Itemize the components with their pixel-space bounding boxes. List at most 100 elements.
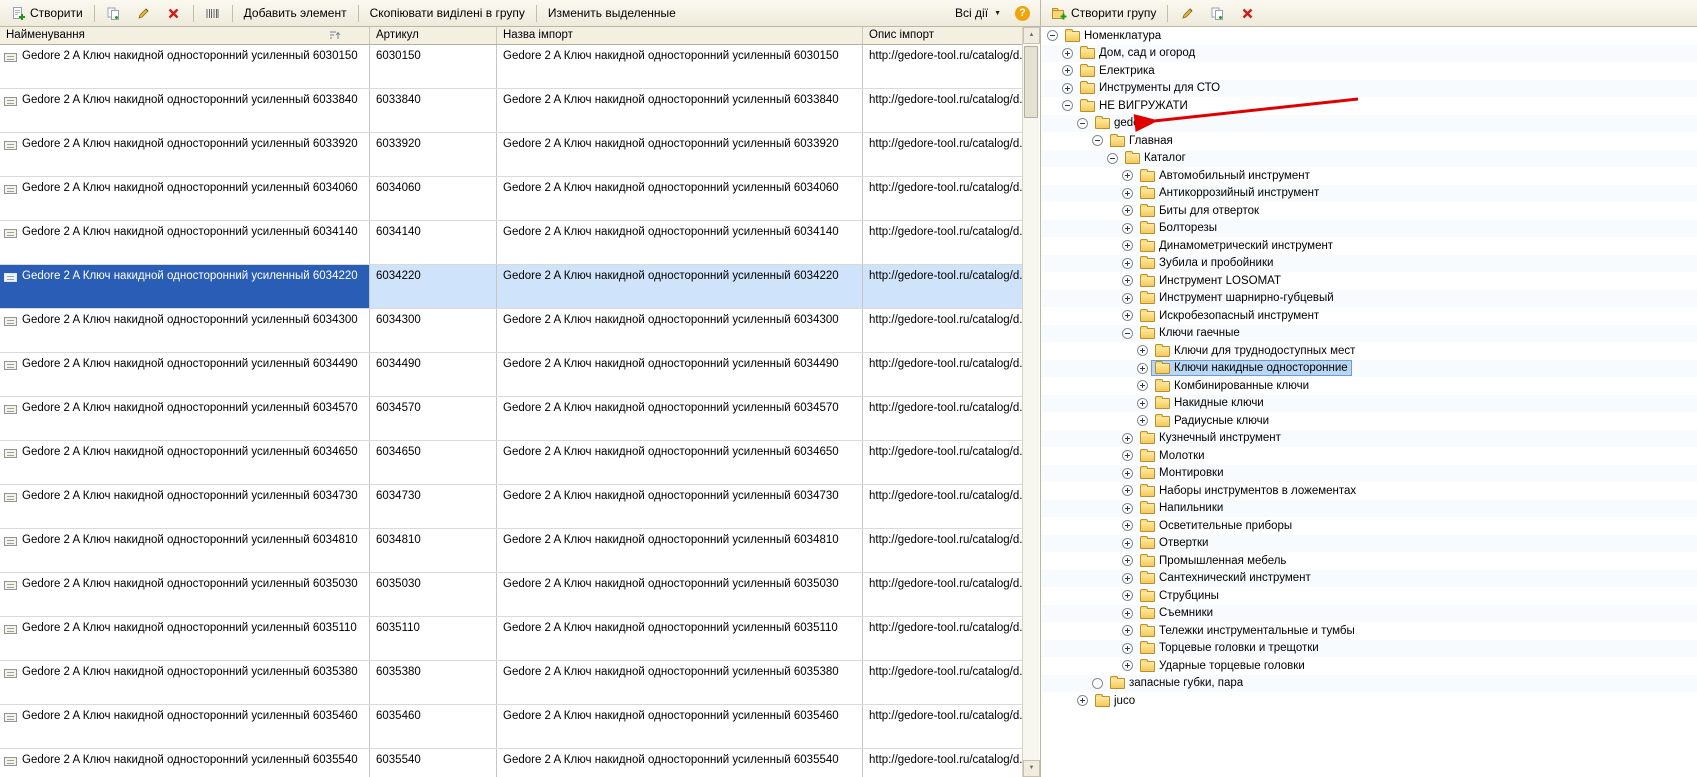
- cell-import-name[interactable]: Gedore 2 A Ключ накидной односторонний у…: [497, 617, 863, 660]
- cell-import-desc[interactable]: http://gedore-tool.ru/catalog/d...: [863, 265, 1022, 308]
- tree-item[interactable]: запасные губки, пара: [1041, 674, 1697, 692]
- cell-import-desc[interactable]: http://gedore-tool.ru/catalog/d...: [863, 573, 1022, 616]
- cell-article[interactable]: 6034650: [370, 441, 497, 484]
- tree-node[interactable]: Инструменты для СТО: [1077, 81, 1223, 95]
- tree-item[interactable]: Тележки инструментальные и тумбы: [1041, 622, 1697, 640]
- tree-item[interactable]: Инструмент LOSOMAT: [1041, 272, 1697, 290]
- tree-node[interactable]: Антикоррозийный инструмент: [1137, 186, 1322, 200]
- tree-expander-icon[interactable]: [1077, 695, 1088, 707]
- tree-item[interactable]: Инструменты для СТО: [1041, 79, 1697, 97]
- tree-item[interactable]: Съемники: [1041, 604, 1697, 622]
- cell-import-name[interactable]: Gedore 2 A Ключ накидной односторонний у…: [497, 353, 863, 396]
- edit-selected-button[interactable]: Изменить выделенные: [542, 3, 682, 23]
- table-row[interactable]: Gedore 2 A Ключ накидной односторонний у…: [0, 573, 1022, 617]
- scroll-down-button[interactable]: ▼: [1023, 760, 1040, 777]
- tree-node[interactable]: Дом, сад и огород: [1077, 46, 1198, 60]
- tree-node[interactable]: Динамометрический инструмент: [1137, 238, 1336, 253]
- tree-expander-icon[interactable]: [1122, 310, 1133, 322]
- cell-import-name[interactable]: Gedore 2 A Ключ накидной односторонний у…: [497, 705, 863, 748]
- tree-item[interactable]: Ключи гаечные: [1041, 324, 1697, 342]
- cell-name[interactable]: Gedore 2 A Ключ накидной односторонний у…: [0, 705, 370, 748]
- cell-article[interactable]: 6034810: [370, 529, 497, 572]
- cell-name[interactable]: Gedore 2 A Ключ накидной односторонний у…: [0, 221, 370, 264]
- all-actions-button[interactable]: Всі дії ▼: [949, 3, 1007, 23]
- tree-item[interactable]: Наборы инструментов в ложементах: [1041, 482, 1697, 500]
- cell-import-name[interactable]: Gedore 2 A Ключ накидной односторонний у…: [497, 177, 863, 220]
- column-header-import-desc[interactable]: Опис імпорт: [863, 27, 1022, 44]
- tree-item[interactable]: Напильники: [1041, 499, 1697, 517]
- tree-node[interactable]: Промышленная мебель: [1137, 553, 1289, 568]
- tree-expander-icon[interactable]: [1122, 170, 1133, 182]
- cell-import-desc[interactable]: http://gedore-tool.ru/catalog/d...: [863, 529, 1022, 572]
- tree-expander-icon[interactable]: [1137, 380, 1148, 392]
- tree-node[interactable]: Болторезы: [1137, 221, 1220, 235]
- cell-import-name[interactable]: Gedore 2 A Ключ накидной односторонний у…: [497, 89, 863, 132]
- tree-node[interactable]: Номенклатура: [1062, 28, 1164, 43]
- cell-import-desc[interactable]: http://gedore-tool.ru/catalog/d...: [863, 705, 1022, 748]
- tree-expander-icon[interactable]: [1122, 257, 1133, 269]
- tree-expander-icon[interactable]: [1062, 47, 1073, 59]
- tree-expander-icon[interactable]: [1122, 520, 1133, 532]
- cell-import-desc[interactable]: http://gedore-tool.ru/catalog/d...: [863, 617, 1022, 660]
- tree-node[interactable]: Ключи накидные односторонние: [1152, 361, 1351, 376]
- tree-expander-icon[interactable]: [1137, 415, 1148, 427]
- column-header-import-name[interactable]: Назва імпорт: [497, 27, 863, 44]
- cell-import-name[interactable]: Gedore 2 A Ключ накидной односторонний у…: [497, 397, 863, 440]
- cell-article[interactable]: 6034060: [370, 177, 497, 220]
- tree-expander-icon[interactable]: [1137, 345, 1148, 357]
- table-row[interactable]: Gedore 2 A Ключ накидной односторонний у…: [0, 265, 1022, 309]
- cell-import-name[interactable]: Gedore 2 A Ключ накидной односторонний у…: [497, 749, 863, 777]
- table-row[interactable]: Gedore 2 A Ключ накидной односторонний у…: [0, 441, 1022, 485]
- cell-article[interactable]: 6035540: [370, 749, 497, 777]
- tree-node[interactable]: Напильники: [1137, 501, 1226, 515]
- tree-item[interactable]: Дом, сад и огород: [1041, 44, 1697, 62]
- tree-item[interactable]: Инструмент шарнирно-губцевый: [1041, 289, 1697, 307]
- cell-import-desc[interactable]: http://gedore-tool.ru/catalog/d...: [863, 485, 1022, 528]
- table-row[interactable]: Gedore 2 A Ключ накидной односторонний у…: [0, 617, 1022, 661]
- create-button[interactable]: Створити: [4, 2, 89, 24]
- tree-node[interactable]: juco: [1092, 693, 1138, 708]
- tree-item[interactable]: Антикоррозийный инструмент: [1041, 184, 1697, 202]
- tree-item[interactable]: Ударные торцевые головки: [1041, 657, 1697, 675]
- cell-import-desc[interactable]: http://gedore-tool.ru/catalog/d...: [863, 221, 1022, 264]
- cell-import-name[interactable]: Gedore 2 A Ключ накидной односторонний у…: [497, 529, 863, 572]
- scrollbar-thumb[interactable]: [1024, 46, 1038, 118]
- tree-expander-icon[interactable]: [1122, 572, 1133, 584]
- column-header-article[interactable]: Артикул: [370, 27, 497, 44]
- tree-expander-icon[interactable]: [1092, 135, 1103, 147]
- tree-item[interactable]: Кузнечный инструмент: [1041, 429, 1697, 447]
- table-row[interactable]: Gedore 2 A Ключ накидной односторонний у…: [0, 529, 1022, 573]
- tree-item[interactable]: gedore: [1041, 114, 1697, 132]
- copy-group-button[interactable]: [1203, 2, 1231, 24]
- cell-name[interactable]: Gedore 2 A Ключ накидной односторонний у…: [0, 265, 370, 308]
- tree-expander-icon[interactable]: [1047, 30, 1058, 42]
- tree-item[interactable]: Главная: [1041, 132, 1697, 150]
- table-row[interactable]: Gedore 2 A Ключ накидной односторонний у…: [0, 749, 1022, 777]
- cell-article[interactable]: 6034300: [370, 309, 497, 352]
- cell-import-desc[interactable]: http://gedore-tool.ru/catalog/d...: [863, 89, 1022, 132]
- tree-expander-icon[interactable]: [1122, 205, 1133, 217]
- tree-expander-icon[interactable]: [1122, 625, 1133, 637]
- tree-item[interactable]: Каталог: [1041, 149, 1697, 167]
- cell-import-desc[interactable]: http://gedore-tool.ru/catalog/d...: [863, 309, 1022, 352]
- tree-node[interactable]: Молотки: [1137, 448, 1208, 463]
- tree-node[interactable]: Инструмент шарнирно-губцевый: [1137, 291, 1337, 305]
- tree-item[interactable]: Торцевые головки и трещотки: [1041, 639, 1697, 657]
- tree-node[interactable]: Биты для отверток: [1137, 203, 1262, 218]
- tree-node[interactable]: Струбцины: [1137, 588, 1222, 603]
- cell-import-name[interactable]: Gedore 2 A Ключ накидной односторонний у…: [497, 221, 863, 264]
- tree-expander-icon[interactable]: [1122, 432, 1133, 444]
- tree-item[interactable]: Ключи для труднодоступных мест: [1041, 342, 1697, 360]
- tree-item[interactable]: Болторезы: [1041, 219, 1697, 237]
- cell-article[interactable]: 6035030: [370, 573, 497, 616]
- tree-node[interactable]: Главная: [1107, 133, 1176, 148]
- cell-import-desc[interactable]: http://gedore-tool.ru/catalog/d...: [863, 353, 1022, 396]
- tree-expander-icon[interactable]: [1122, 275, 1133, 287]
- cell-name[interactable]: Gedore 2 A Ключ накидной односторонний у…: [0, 661, 370, 704]
- cell-import-name[interactable]: Gedore 2 A Ключ накидной односторонний у…: [497, 441, 863, 484]
- tree-expander-icon[interactable]: [1122, 292, 1133, 304]
- cell-import-name[interactable]: Gedore 2 A Ключ накидной односторонний у…: [497, 265, 863, 308]
- tree-expander-icon[interactable]: [1062, 100, 1073, 112]
- cell-import-desc[interactable]: http://gedore-tool.ru/catalog/d...: [863, 661, 1022, 704]
- tree-expander-icon[interactable]: [1122, 607, 1133, 619]
